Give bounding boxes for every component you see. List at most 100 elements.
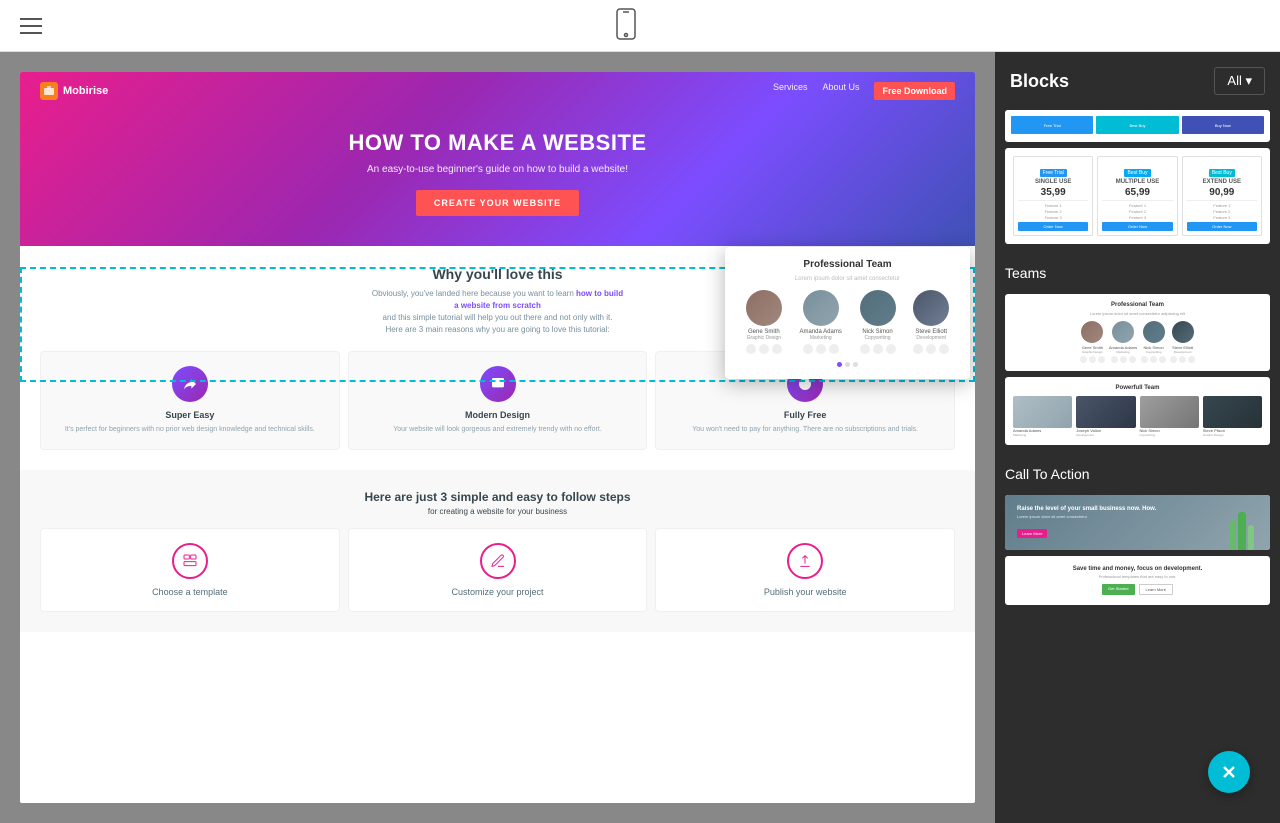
main-area: Mobirise Services About Us Free Download… (0, 52, 1280, 823)
member-role-3: Copywriting (860, 335, 896, 341)
cta2-primary-button[interactable]: Get Started (1102, 584, 1134, 595)
close-button[interactable] (1208, 751, 1250, 793)
feature-name-2: Modern Design (359, 410, 637, 420)
teams-thumbnail-1[interactable]: Professional Team Lorem ipsum dolor sit … (1005, 294, 1270, 371)
teams-mini-role-3: Copywriting (1141, 350, 1166, 354)
hamburger-menu[interactable] (20, 18, 42, 34)
hero-subtitle: An easy-to-use beginner's guide on how t… (40, 164, 955, 175)
social-icon (759, 344, 769, 354)
hero-cta-button[interactable]: CREATE YOUR WEBSITE (416, 190, 579, 216)
top-bar (0, 0, 1280, 52)
team-popup-subtitle: Lorem ipsum dolor sit amet consectetur (737, 276, 958, 282)
social-icon (803, 344, 813, 354)
all-filter-button[interactable]: All ▾ (1214, 67, 1265, 95)
social-mini (1150, 356, 1157, 363)
teams-avatar-mini-3 (1143, 321, 1165, 343)
teams-mini-social-3 (1141, 356, 1166, 363)
teams-section-label: Teams (1005, 260, 1270, 286)
avatar-2 (803, 290, 839, 326)
teams-mini-social-4 (1170, 356, 1195, 363)
social-icon (886, 344, 896, 354)
cta-thumbnail-2[interactable]: Save time and money, focus on developmen… (1005, 556, 1270, 605)
nav-links: Services About Us Free Download (773, 82, 955, 100)
teams-member2-4: Steve Pilson Graphic Design (1203, 396, 1262, 437)
dot-2[interactable] (845, 362, 850, 367)
hero-section: Mobirise Services About Us Free Download… (20, 72, 975, 246)
team-carousel-dots (737, 362, 958, 367)
feature-desc-3: You won't need to pay for anything. Ther… (666, 425, 944, 435)
cta-image-1: Raise the level of your small business n… (1005, 495, 1270, 550)
price-card-1: Free Trial SINGLE USE 35,99 Feature 1 Fe… (1013, 156, 1093, 236)
feature-card-2: Modern Design Your website will look gor… (348, 351, 648, 450)
teams-mini-social-1 (1080, 356, 1105, 363)
block-thumbnail-strip[interactable]: Free Trial Best Buy Buy Now (1005, 110, 1270, 142)
price-btn-2: Order Now (1102, 222, 1172, 231)
step-name-1: Choose a template (51, 587, 329, 597)
teams-mini-role-4: Development (1170, 350, 1195, 354)
cta-thumbnail-1[interactable]: Raise the level of your small business n… (1005, 495, 1270, 550)
teams-thumb-1: Professional Team Lorem ipsum dolor sit … (1005, 294, 1270, 371)
member-role-4: Development (913, 335, 949, 341)
member-social-2 (799, 344, 841, 354)
teams-avatar-mini-2 (1112, 321, 1134, 343)
steps-subtitle: for creating a website for your business (40, 507, 955, 516)
price-title-2: MULTIPLE USE (1102, 179, 1172, 185)
dot-1[interactable] (837, 362, 842, 367)
cta2-body: Professional templates that are easy to … (1017, 574, 1258, 579)
step-name-2: Customize your project (359, 587, 637, 597)
teams-thumb-title-1: Professional Team (1013, 302, 1262, 308)
pricing-block-thumbnail[interactable]: Free Trial SINGLE USE 35,99 Feature 1 Fe… (1005, 148, 1270, 244)
price-title-3: EXTEND USE (1187, 179, 1257, 185)
price-card-3: Best Buy EXTEND USE 90,99 Feature 1 Feat… (1182, 156, 1262, 236)
super-easy-icon (172, 366, 208, 402)
teams-member2-1: Amanda Adams Marketing (1013, 396, 1072, 437)
nav-services[interactable]: Services (773, 82, 808, 100)
step-name-3: Publish your website (666, 587, 944, 597)
team-member-2: Amanda Adams Marketing (799, 290, 841, 354)
teams-avatar2-3 (1140, 396, 1199, 428)
teams-avatar-mini-4 (1172, 321, 1194, 343)
team-members: Gene Smith Graphic Design Amanda Adams M… (737, 290, 958, 354)
teams-member-mini-3: Nick Simon Copywriting (1141, 321, 1166, 363)
mobile-preview-button[interactable] (614, 8, 638, 44)
nav-about[interactable]: About Us (822, 82, 859, 100)
member-social-1 (746, 344, 782, 354)
member-social-3 (860, 344, 896, 354)
feature-name-1: Super Easy (51, 410, 329, 420)
sidebar-header: Blocks All ▾ (995, 52, 1280, 110)
social-icon (873, 344, 883, 354)
teams-thumb-subtitle-1: Lorem ipsum dolor sit amet consectetur a… (1013, 311, 1262, 316)
price-btn-1: Order Now (1018, 222, 1088, 231)
social-mini (1129, 356, 1136, 363)
teams-member2-2: Joseph Valion Development (1076, 396, 1135, 437)
social-mini (1179, 356, 1186, 363)
teams-avatar-mini-1 (1081, 321, 1103, 343)
feature-desc-1: It's perfect for beginners with no prior… (51, 425, 329, 435)
teams-member2-3: Nick Simon Copywriting (1140, 396, 1199, 437)
top-block-section: Free Trial Best Buy Buy Now Free Trial S… (995, 110, 1280, 260)
teams-members-row-1: Gene Smith Graphic Design Amanda Adams (1013, 321, 1262, 363)
hero-title: HOW TO MAKE A WEBSITE (40, 130, 955, 156)
nav-cta-button[interactable]: Free Download (874, 82, 955, 100)
modern-design-icon (480, 366, 516, 402)
social-icon (816, 344, 826, 354)
teams-members2-row: Amanda Adams Marketing Joseph Valion Dev… (1013, 396, 1262, 437)
strip-thumb: Free Trial Best Buy Buy Now (1005, 110, 1270, 140)
cta-block-section: Call To Action Raise the level of your s… (995, 461, 1280, 621)
teams-mini-role-2: Marketing (1109, 350, 1137, 354)
logo-icon (40, 82, 58, 100)
dot-3[interactable] (853, 362, 858, 367)
price-badge-2: Best Buy (1124, 169, 1150, 177)
teams-block-section: Teams Professional Team Lorem ipsum dolo… (995, 260, 1280, 461)
social-mini (1170, 356, 1177, 363)
cta2-secondary-button[interactable]: Learn More (1139, 584, 1173, 595)
cta-body-1: Lorem ipsum dolor sit amet consectetur (1017, 514, 1156, 519)
step-card-2: Customize your project (348, 528, 648, 612)
canvas-area: Mobirise Services About Us Free Download… (0, 52, 995, 823)
social-icon (829, 344, 839, 354)
teams-avatar2-2 (1076, 396, 1135, 428)
feature-name-3: Fully Free (666, 410, 944, 420)
teams-thumbnail-2[interactable]: Powerfull Team Amanda Adams Marketing Jo… (1005, 377, 1270, 445)
teams-role2-1: Marketing (1013, 433, 1072, 437)
publish-icon (787, 543, 823, 579)
